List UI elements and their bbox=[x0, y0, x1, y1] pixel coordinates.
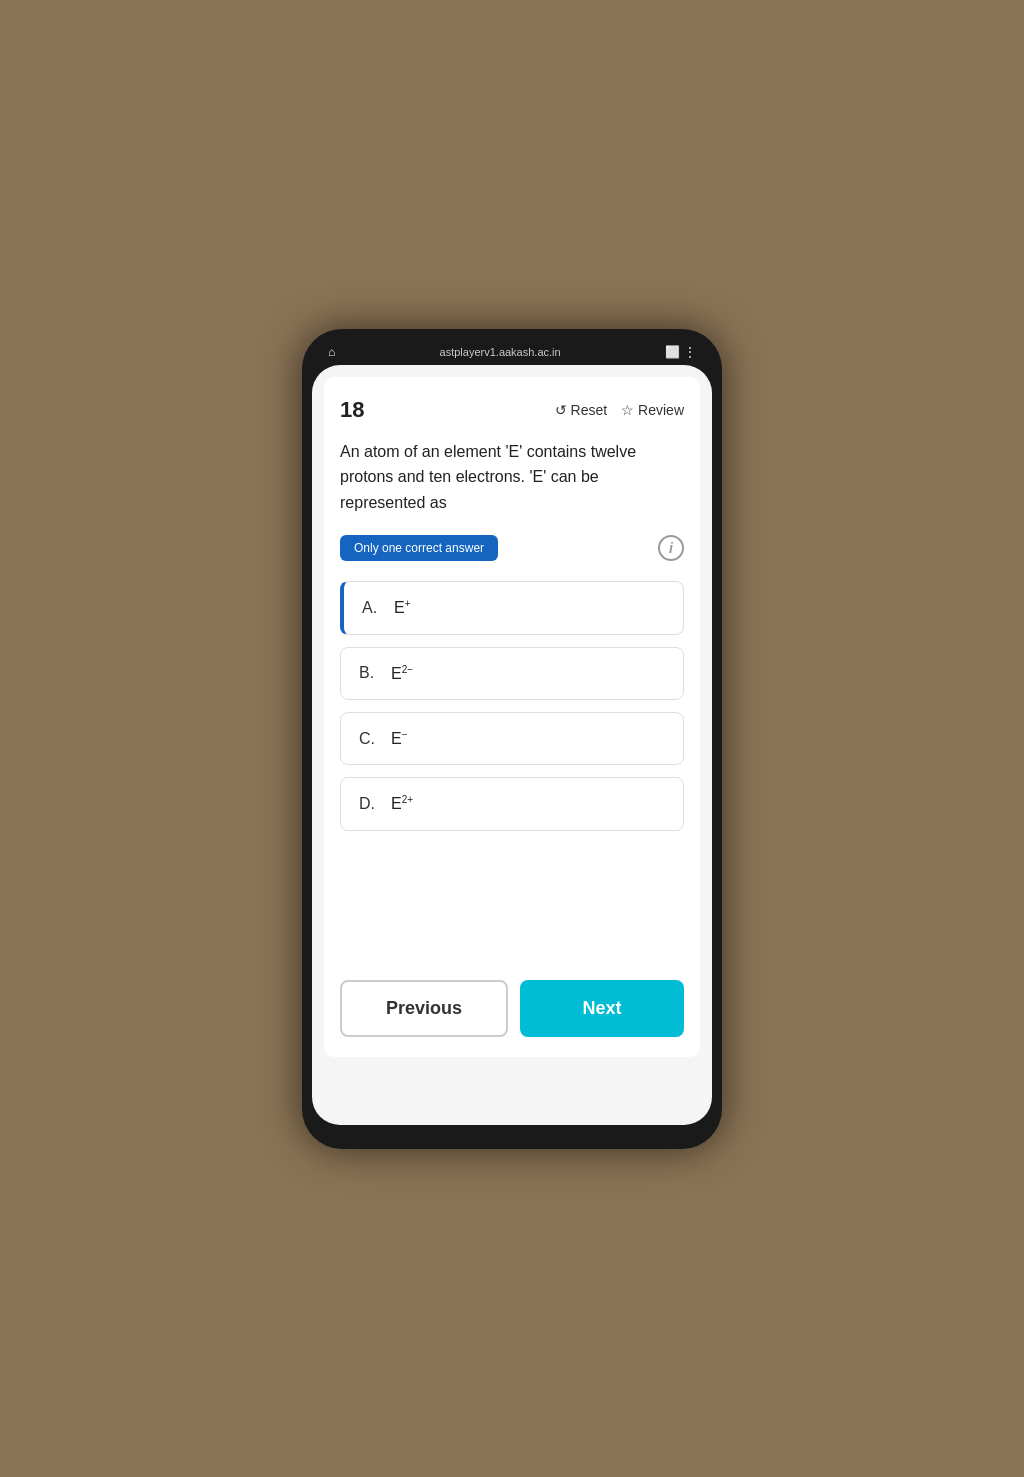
option-b-text: E2− bbox=[391, 664, 413, 683]
browser-url-display: astplayerv1.aakash.ac.in bbox=[440, 346, 561, 358]
option-c-label: C. bbox=[359, 730, 379, 748]
question-text: An atom of an element 'E' contains twelv… bbox=[340, 439, 684, 516]
review-button[interactable]: ☆ Review bbox=[621, 402, 684, 418]
option-b[interactable]: B. E2− bbox=[340, 647, 684, 700]
reset-icon: ↺ bbox=[555, 402, 567, 418]
status-bar-right: ⬜ ⋮ bbox=[665, 345, 696, 359]
option-a-text: E+ bbox=[394, 598, 411, 617]
next-button[interactable]: Next bbox=[520, 980, 684, 1037]
option-a-label: A. bbox=[362, 599, 382, 617]
previous-button[interactable]: Previous bbox=[340, 980, 508, 1037]
content-area: 18 ↺ Reset ☆ Review An atom of an elemen… bbox=[324, 377, 700, 1057]
option-d-text: E2+ bbox=[391, 794, 413, 813]
option-a[interactable]: A. E+ bbox=[340, 581, 684, 634]
tab-count-icon: ⬜ bbox=[665, 345, 680, 359]
answer-type-row: Only one correct answer i bbox=[340, 535, 684, 561]
question-number: 18 bbox=[340, 397, 364, 423]
menu-icon: ⋮ bbox=[684, 345, 696, 359]
star-icon: ☆ bbox=[621, 402, 634, 418]
option-b-label: B. bbox=[359, 664, 379, 682]
home-icon: ⌂ bbox=[328, 345, 335, 359]
navigation-buttons: Previous Next bbox=[340, 980, 684, 1037]
phone-device: ⌂ astplayerv1.aakash.ac.in ⬜ ⋮ 18 ↺ Rese… bbox=[302, 329, 722, 1149]
info-icon[interactable]: i bbox=[658, 535, 684, 561]
status-bar-left: ⌂ bbox=[328, 345, 335, 359]
option-c-text: E− bbox=[391, 729, 408, 748]
answer-type-badge: Only one correct answer bbox=[340, 535, 498, 561]
question-header: 18 ↺ Reset ☆ Review bbox=[340, 397, 684, 423]
option-d[interactable]: D. E2+ bbox=[340, 777, 684, 830]
reset-button[interactable]: ↺ Reset bbox=[555, 402, 608, 418]
option-c[interactable]: C. E− bbox=[340, 712, 684, 765]
phone-screen: 18 ↺ Reset ☆ Review An atom of an elemen… bbox=[312, 365, 712, 1125]
option-d-label: D. bbox=[359, 795, 379, 813]
options-list: A. E+ B. E2− C. E− D. E2+ bbox=[340, 581, 684, 955]
status-bar: ⌂ astplayerv1.aakash.ac.in ⬜ ⋮ bbox=[312, 339, 712, 365]
header-actions: ↺ Reset ☆ Review bbox=[555, 402, 684, 418]
